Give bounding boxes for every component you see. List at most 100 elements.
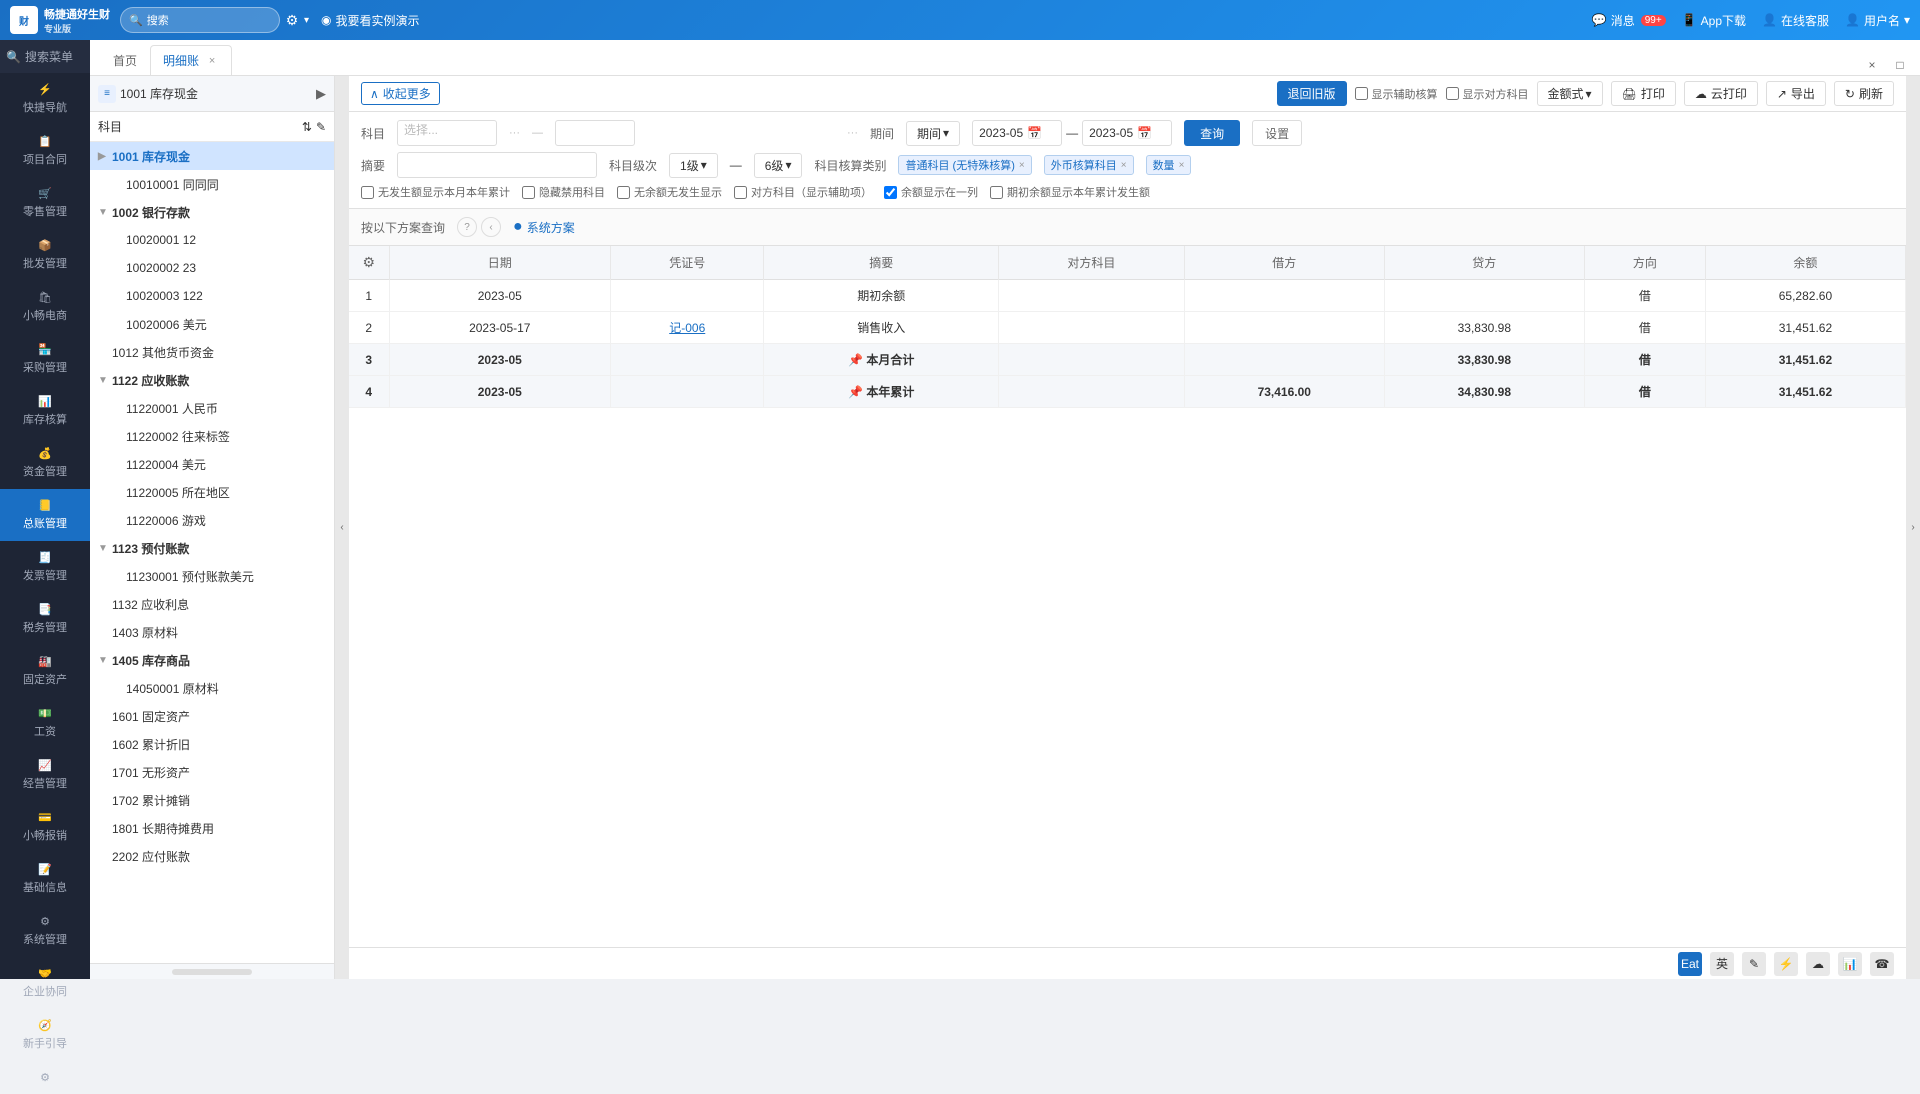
tree-item-10020001[interactable]: 10020001 12 <box>90 226 334 254</box>
panel-chevron-right-icon[interactable]: ▶ <box>316 86 326 102</box>
sidebar-item-finance[interactable]: 💰 资金管理 <box>0 437 90 489</box>
settings-icon[interactable]: ⚙ <box>280 8 304 32</box>
tree-item-11220002[interactable]: 11220002 往来标签 <box>90 422 334 450</box>
phone-btn[interactable]: ☎ <box>1870 952 1894 976</box>
tree-item-2202[interactable]: 2202 应付账款 <box>90 842 334 870</box>
window-maximize-btn[interactable]: □ <box>1890 55 1910 75</box>
app-download-btn[interactable]: 📱 App下载 <box>1682 12 1746 29</box>
show-aux-checkbox[interactable] <box>1355 87 1368 100</box>
sidebar-item-operations[interactable]: 📈 经营管理 <box>0 749 90 801</box>
filter-tag-1-remove[interactable]: × <box>1121 160 1127 171</box>
chart-btn[interactable]: 📊 <box>1838 952 1862 976</box>
pencil-btn[interactable]: ✎ <box>1742 952 1766 976</box>
tree-item-11220006[interactable]: 11220006 游戏 <box>90 506 334 534</box>
tab-home[interactable]: 首页 <box>100 45 150 75</box>
online-service-btn[interactable]: 👤 在线客服 <box>1762 12 1829 29</box>
tree-item-10020002[interactable]: 10020002 23 <box>90 254 334 282</box>
contra-show-checkbox[interactable] <box>734 186 747 199</box>
refresh-btn[interactable]: ↻ 刷新 <box>1834 81 1894 106</box>
panel-settings-icon[interactable]: ✎ <box>316 120 326 134</box>
level-end-select[interactable]: 6级 ▾ <box>754 153 803 178</box>
tree-item-10020003[interactable]: 10020003 122 <box>90 282 334 310</box>
cell-voucher-2[interactable]: 记-006 <box>611 312 764 344</box>
tree-item-1123[interactable]: ▼ 1123 预付账款 <box>90 534 334 562</box>
filter-tag-0-remove[interactable]: × <box>1019 160 1025 171</box>
tab-detail[interactable]: 明细账 × <box>150 45 232 75</box>
top-search[interactable]: 🔍 搜索 <box>120 7 280 33</box>
sidebar-item-tax[interactable]: 📑 税务管理 <box>0 593 90 645</box>
message-btn[interactable]: 💬 消息 99+ <box>1592 12 1666 29</box>
col-settings[interactable]: ⚙ <box>349 246 389 280</box>
tree-item-1601[interactable]: 1601 固定资产 <box>90 702 334 730</box>
tree-item-1405[interactable]: ▼ 1405 库存商品 <box>90 646 334 674</box>
lang-btn[interactable]: 英 <box>1710 952 1734 976</box>
sidebar-item-quick-nav[interactable]: ⚡ 快捷导航 <box>0 73 90 125</box>
subject-filter-input[interactable]: 选择... <box>397 120 497 146</box>
tree-item-11220001[interactable]: 11220001 人民币 <box>90 394 334 422</box>
panel-collapse-btn[interactable]: ‹ <box>335 76 349 979</box>
query-button[interactable]: 查询 <box>1184 120 1240 146</box>
tree-item-1012[interactable]: 1012 其他货币资金 <box>90 338 334 366</box>
cloud-print-btn[interactable]: ☁ 云打印 <box>1684 81 1758 106</box>
tree-item-10010001[interactable]: 10010001 同同同 <box>90 170 334 198</box>
sort-icon[interactable]: ⇅ <box>302 120 312 134</box>
tab-detail-close[interactable]: × <box>205 54 219 68</box>
account-selector[interactable]: ≡ 1001 库存现金 <box>98 85 310 103</box>
sidebar-item-cooperation[interactable]: 🤝 企业协同 <box>0 957 90 1009</box>
tree-item-14050001[interactable]: 14050001 原材料 <box>90 674 334 702</box>
tree-item-1001[interactable]: ▶ 1001 库存现金 <box>90 142 334 170</box>
sidebar-item-project[interactable]: 📋 项目合同 <box>0 125 90 177</box>
scheme-link[interactable]: ● 系统方案 <box>513 218 575 236</box>
tree-item-10020006[interactable]: 10020006 美元 <box>90 310 334 338</box>
sidebar-item-invoice[interactable]: 🧾 发票管理 <box>0 541 90 593</box>
sidebar-item-retail[interactable]: 🛒 零售管理 <box>0 177 90 229</box>
sidebar-search[interactable]: 🔍 搜索菜单 <box>0 40 90 73</box>
opening-ytd-checkbox[interactable] <box>990 186 1003 199</box>
level-start-select[interactable]: 1级 ▾ <box>669 153 718 178</box>
tree-item-1702[interactable]: 1702 累计摊销 <box>90 786 334 814</box>
tree-item-1403[interactable]: 1403 原材料 <box>90 618 334 646</box>
export-btn[interactable]: ↗ 导出 <box>1766 81 1826 106</box>
print-btn[interactable]: 🖨 打印 <box>1611 81 1676 106</box>
amount-style-btn[interactable]: 金额式 ▾ <box>1537 81 1603 106</box>
demo-link[interactable]: ◉ 我要看实例演示 <box>321 12 420 29</box>
filter-tag-2-remove[interactable]: × <box>1179 160 1185 171</box>
period-end-input[interactable]: 2023-05 📅 <box>1082 120 1172 146</box>
sidebar-item-inventory[interactable]: 📊 库存核算 <box>0 385 90 437</box>
query-info-icon[interactable]: ? <box>457 217 477 237</box>
lightning-btn[interactable]: ⚡ <box>1774 952 1798 976</box>
tree-item-11220005[interactable]: 11220005 所在地区 <box>90 478 334 506</box>
expand-collapse-btn[interactable]: ∧ 收起更多 <box>361 82 440 105</box>
period-type-select[interactable]: 期间 ▾ <box>906 121 960 146</box>
show-contra-checkbox[interactable] <box>1446 87 1459 100</box>
sidebar-item-system[interactable]: ⚙ 系统管理 <box>0 905 90 957</box>
summary-input[interactable] <box>397 152 597 178</box>
sidebar-item-basic[interactable]: 📝 基础信息 <box>0 853 90 905</box>
tree-item-1122[interactable]: ▼ 1122 应收账款 <box>90 366 334 394</box>
sidebar-item-wholesale[interactable]: 📦 批发管理 <box>0 229 90 281</box>
tree-item-1132[interactable]: 1132 应收利息 <box>90 590 334 618</box>
tree-item-11230001[interactable]: 11230001 预付账款美元 <box>90 562 334 590</box>
return-old-btn[interactable]: 退回旧版 <box>1277 81 1347 106</box>
dropdown-arrow-icon[interactable]: ▾ <box>304 15 309 26</box>
sidebar-item-guide[interactable]: 🧭 新手引导 <box>0 1009 90 1061</box>
tree-item-1002[interactable]: ▼ 1002 银行存款 <box>90 198 334 226</box>
voucher-link-2[interactable]: 记-006 <box>669 321 705 335</box>
tree-item-1801[interactable]: 1801 长期待摊费用 <box>90 814 334 842</box>
user-menu-btn[interactable]: 👤 用户名 ▾ <box>1845 12 1910 29</box>
no-balance-show-checkbox[interactable] <box>617 186 630 199</box>
sidebar-bottom-settings[interactable]: ⚙ <box>0 1061 90 1094</box>
no-balance-checkbox[interactable] <box>361 186 374 199</box>
balance-one-col-checkbox[interactable] <box>884 186 897 199</box>
cloud-btn[interactable]: ☁ <box>1806 952 1830 976</box>
window-close-btn[interactable]: × <box>1862 55 1882 75</box>
tree-item-11220004[interactable]: 11220004 美元 <box>90 450 334 478</box>
sidebar-item-xiaochang[interactable]: 💳 小畅报销 <box>0 801 90 853</box>
period-start-input[interactable]: 2023-05 📅 <box>972 120 1062 146</box>
sidebar-item-assets[interactable]: 🏭 固定资产 <box>0 645 90 697</box>
tree-item-1701[interactable]: 1701 无形资产 <box>90 758 334 786</box>
right-side-collapse-btn[interactable]: › <box>1906 76 1920 979</box>
sidebar-item-ecom[interactable]: 🛍 小畅电商 <box>0 281 90 333</box>
query-collapse-icon[interactable]: ‹ <box>481 217 501 237</box>
sidebar-item-salary[interactable]: 💵 工资 <box>0 697 90 749</box>
